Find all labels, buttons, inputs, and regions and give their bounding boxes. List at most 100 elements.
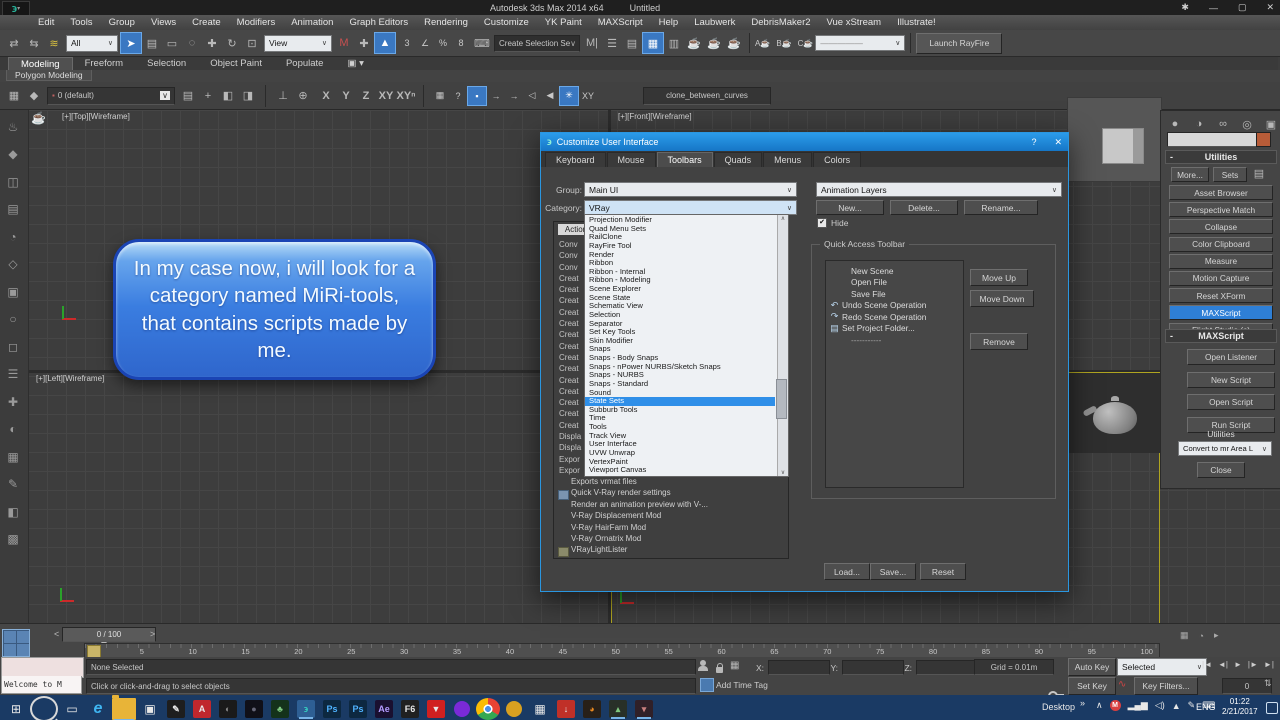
action-row-truncated[interactable]: Conv	[554, 239, 586, 250]
new-button[interactable]: New...	[816, 200, 884, 215]
dialog-title-bar[interactable]: ϶ Customize User Interface ? ✕	[541, 133, 1068, 151]
utility-dropdown[interactable]: Convert to mr Area L ∨	[1178, 441, 1272, 456]
shelf-tool-icon[interactable]: ◻	[2, 336, 24, 358]
ribbon-icon[interactable]: ▦	[4, 86, 24, 106]
go-to-end-button[interactable]: ►|	[1264, 660, 1274, 669]
command-panel-tab-icon[interactable]: ◑	[1189, 114, 1209, 134]
reset-button[interactable]: Reset	[920, 563, 966, 580]
menu-item[interactable]: MAXScript	[590, 17, 651, 28]
teapot-object[interactable]	[1082, 388, 1145, 440]
infocenter-icon[interactable]: ✱	[1181, 2, 1189, 13]
chrome-icon[interactable]	[476, 698, 500, 720]
app-icon[interactable]	[506, 701, 522, 717]
key-filters-button[interactable]: Key Filters...	[1134, 677, 1198, 695]
command-panel-tab-icon[interactable]: ▣	[1261, 114, 1280, 134]
time-slider[interactable]: 0 / 100	[62, 627, 156, 642]
axis-icon[interactable]: ⊕	[293, 86, 313, 106]
command-panel-tab-icon[interactable]: ∞	[1213, 114, 1233, 134]
shelf-tool-icon[interactable]: ▤	[2, 198, 24, 220]
utility-button[interactable]: Measure	[1169, 253, 1273, 269]
store-icon[interactable]: ▣	[138, 698, 162, 720]
app-icon[interactable]: ▼	[427, 700, 445, 718]
toolbar-icon[interactable]: ◌	[182, 33, 202, 53]
launch-rayfire-button[interactable]: Launch RayFire	[916, 32, 1003, 54]
named-selection-dropdown[interactable]: All ∨	[66, 34, 118, 52]
coord-mode-icon[interactable]: ▦	[730, 660, 739, 671]
snap-magnet-icon[interactable]: →	[487, 87, 505, 105]
menu-item[interactable]: DebrisMaker2	[743, 17, 818, 28]
download-icon[interactable]: ↓	[557, 700, 575, 718]
toolbar-icon[interactable]: M|	[582, 33, 602, 53]
category-option[interactable]: Quad Menu Sets	[585, 225, 775, 234]
ribbon-icon[interactable]: ◆	[24, 86, 44, 106]
close-utility-button[interactable]: Close	[1197, 462, 1245, 478]
category-option[interactable]: Render	[585, 251, 775, 260]
object-color-swatch[interactable]	[1256, 132, 1271, 147]
shelf-tool-icon[interactable]: ☰	[2, 363, 24, 385]
autocad-icon[interactable]: A	[193, 700, 211, 718]
shelf-tool-icon[interactable]: ▣	[2, 281, 24, 303]
category-option[interactable]: State Sets	[585, 397, 775, 406]
action-row-truncated[interactable]: Conv	[554, 262, 586, 273]
category-option[interactable]: Sound	[585, 389, 775, 398]
action-row-truncated[interactable]: Expor	[554, 454, 586, 465]
qat-item[interactable]: ▤ Set Project Folder...	[829, 323, 963, 335]
maximize-button[interactable]: ▢	[1238, 2, 1247, 13]
shelf-tool-icon[interactable]: ◫	[2, 171, 24, 193]
viewport-label-left[interactable]: [+][Left][Wireframe]	[36, 374, 104, 383]
action-row-truncated[interactable]: Creat	[554, 408, 586, 419]
category-option[interactable]: RayFire Tool	[585, 242, 775, 251]
utility-button[interactable]: Perspective Match	[1169, 202, 1273, 218]
close-button[interactable]: ✕	[1266, 2, 1274, 13]
axis-icon[interactable]: ⊥	[273, 86, 293, 106]
start-button[interactable]: ⊞	[4, 698, 28, 720]
maxscript-rollout-header[interactable]: - MAXScript	[1165, 329, 1277, 343]
toolbar-icon[interactable]: ▤	[622, 33, 642, 53]
snap-magnet-icon[interactable]: XY	[579, 87, 597, 105]
key-wave-icon[interactable]: ∿	[1118, 679, 1126, 690]
timeline-config-icons[interactable]: ▦ ◔ ▸	[1180, 630, 1218, 641]
category-option[interactable]: Ribbon - Modeling	[585, 276, 775, 285]
sketchbook-icon[interactable]: ✎	[167, 700, 185, 718]
category-option[interactable]: Snaps - Body Snaps	[585, 354, 775, 363]
toolbar-select-dropdown[interactable]: Animation Layers ∨	[816, 182, 1062, 197]
show-desktop-label[interactable]: Desktop	[1042, 702, 1075, 712]
category-option[interactable]: Snaps - nPower NURBS/Sketch Snaps	[585, 363, 775, 372]
go-to-start-button[interactable]: |◄	[1202, 660, 1212, 669]
teapot-c-icon[interactable]: C☕	[798, 39, 814, 48]
menu-item[interactable]: Illustrate!	[889, 17, 944, 28]
category-option[interactable]: Track View	[585, 432, 775, 441]
toolbar-icon[interactable]: ▤	[142, 33, 162, 53]
slider-next-arrow[interactable]: >	[150, 629, 155, 639]
rename-button[interactable]: Rename...	[964, 200, 1038, 215]
pen-icon[interactable]: ✎	[1188, 700, 1196, 711]
category-option[interactable]: Selection	[585, 311, 775, 320]
action-row[interactable]: Quick V-Ray render settings	[555, 487, 775, 498]
arrow-icon[interactable]: ▸	[1214, 630, 1219, 641]
toolbar-icon[interactable]: ▲	[374, 32, 396, 54]
category-option[interactable]: Schematic View	[585, 302, 775, 311]
photos-icon[interactable]: ▴	[609, 700, 627, 719]
dialog-close-button[interactable]: ✕	[1054, 137, 1062, 148]
menu-item[interactable]: Tools	[62, 17, 100, 28]
clock[interactable]: 01:22 2/21/2017	[1222, 697, 1258, 717]
category-option[interactable]: Snaps - NURBS	[585, 371, 775, 380]
toolbar-icon[interactable]: ➤	[120, 32, 142, 54]
category-option[interactable]: Ribbon - Internal	[585, 268, 775, 277]
dialog-tab[interactable]: Menus	[763, 151, 813, 167]
utility-button[interactable]: Asset Browser	[1169, 185, 1273, 200]
laubwerk-icon[interactable]: ♣	[271, 700, 289, 718]
prev-frame-button[interactable]: ◄|	[1218, 660, 1228, 669]
action-row[interactable]: V-Ray Displacement Mod	[555, 510, 775, 521]
action-row-truncated[interactable]: Creat	[554, 375, 586, 386]
grid-icon[interactable]: ▦	[1180, 630, 1189, 641]
qat-item[interactable]: Open File	[829, 277, 963, 289]
action-row[interactable]: Exports vrmat files	[555, 476, 775, 487]
command-panel-tab-icon[interactable]: ●	[1165, 114, 1185, 134]
isolate-icon[interactable]	[698, 660, 708, 671]
action-row[interactable]: Render an animation preview with V-...	[555, 499, 775, 510]
qat-item[interactable]: ↶ Undo Scene Operation	[829, 300, 963, 312]
action-center-icon[interactable]	[1266, 702, 1278, 714]
object-name-field[interactable]	[1167, 132, 1263, 147]
ribbon-tab[interactable]: Selection	[135, 57, 198, 70]
